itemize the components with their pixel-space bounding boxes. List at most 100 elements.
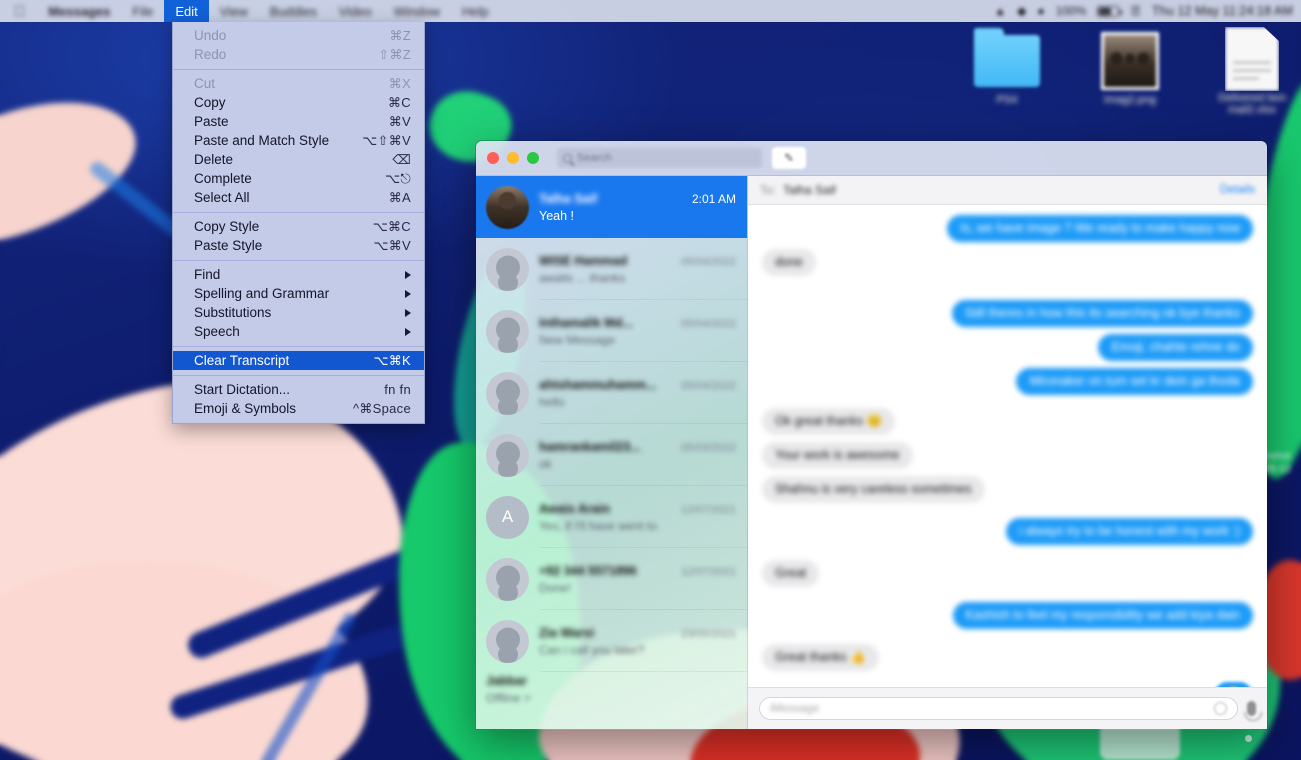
menu-help[interactable]: Help: [451, 0, 500, 22]
dock-indicator: [1245, 735, 1252, 742]
conversation-preview: Done!: [539, 580, 572, 595]
menu-separator: [173, 346, 424, 347]
message-bubble-received: Ok great thanks 😊: [762, 408, 896, 435]
menu-item-label: Emoji & Symbols: [194, 401, 297, 416]
avatar: [486, 309, 529, 353]
message-input[interactable]: iMessage: [759, 697, 1238, 720]
conversation-item[interactable]: ahtshammuhamm... 05/04/2022 hello: [476, 362, 747, 424]
menu-item-paste[interactable]: Paste ⌘V: [173, 112, 424, 131]
search-input[interactable]: Search: [557, 148, 762, 168]
conversation-list[interactable]: Talha Saif 2:01 AM Yeah ! WISE Hammad 05…: [476, 176, 748, 729]
conversation-preview: awaits ... thanks: [539, 270, 626, 285]
submenu-arrow-icon: [405, 289, 411, 298]
menu-item-label: Paste and Match Style: [194, 133, 330, 148]
volume-icon[interactable]: ●: [1037, 4, 1044, 18]
menu-item-label: Clear Transcript: [194, 353, 290, 368]
conversation-item[interactable]: Zia Warsi 23/05/2021 Can i call you late…: [476, 610, 747, 672]
menu-item-delete[interactable]: Delete ⌫: [173, 150, 424, 169]
avatar: [486, 619, 529, 663]
menu-item-shortcut: ⌘C: [388, 95, 411, 110]
menu-item-select-all[interactable]: Select All ⌘A: [173, 188, 424, 207]
conversation-item[interactable]: A Awais Arain 12/07/2021 Yes, if I'll ha…: [476, 486, 747, 548]
conversation-preview: Yes, if I'll have went to: [539, 518, 657, 533]
messages-window[interactable]: Search ✎ Talha Saif 2:01 AM Yeah ! WISE …: [475, 140, 1268, 730]
message-row: Shahnu is very careless sometimes: [762, 476, 1253, 503]
menu-item-substitutions[interactable]: Substitutions: [173, 303, 424, 322]
details-button[interactable]: Details: [1220, 184, 1255, 196]
menu-item-label: Spelling and Grammar: [194, 286, 330, 301]
close-button[interactable]: [487, 152, 499, 164]
conversation-item[interactable]: Jabbar Offline >: [476, 672, 747, 706]
conversation-time: 2:01 AM: [691, 191, 736, 206]
wifi-icon[interactable]: ▲: [994, 4, 1006, 18]
avatar: [486, 371, 529, 415]
menu-messages[interactable]: Messages: [37, 0, 121, 22]
menu-bar-clock[interactable]: Thu 12 May 11:24:18 AM: [1152, 4, 1293, 18]
menu-view[interactable]: View: [209, 0, 259, 22]
message-bubble-sent: i always try to be honest with my work :…: [1006, 518, 1253, 545]
menu-item-complete[interactable]: Complete ⌥⎋: [173, 169, 424, 188]
conversation-item[interactable]: WISE Hammad 05/04/2022 awaits ... thanks: [476, 238, 747, 300]
conversation-item[interactable]: Inthamalik Md... 05/04/2022 New Message: [476, 300, 747, 362]
menu-item-paste-style[interactable]: Paste Style ⌥⌘V: [173, 236, 424, 255]
menu-item-shortcut: ⌥⌘K: [373, 353, 411, 368]
desktop-icon-folder[interactable]: PS4: [957, 28, 1057, 106]
desktop-icon-label: Imag2.png: [1104, 94, 1156, 106]
menu-separator: [173, 375, 424, 376]
menu-video[interactable]: Video: [328, 0, 383, 22]
conversation-item[interactable]: +92 344 5571896 12/07/2021 Done!: [476, 548, 747, 610]
message-row: Your work is awesome: [762, 442, 1253, 469]
menu-item-spelling-and-grammar[interactable]: Spelling and Grammar: [173, 284, 424, 303]
edit-menu-dropdown[interactable]: Undo ⌘Z Redo ⇧⌘Z Cut ⌘X Copy ⌘C Paste ⌘V…: [172, 22, 425, 424]
zoom-button[interactable]: [527, 152, 539, 164]
apple-logo-icon[interactable]: : [0, 0, 37, 22]
message-row: Still theres in how this its searching o…: [762, 300, 1253, 327]
conversation-name: Jabbar: [486, 673, 527, 688]
conversation-name: WISE Hammad: [539, 253, 628, 268]
menu-item-copy-style[interactable]: Copy Style ⌥⌘C: [173, 217, 424, 236]
desktop-icon-image[interactable]: Imag2.png: [1080, 28, 1180, 106]
menu-item-start-dictation[interactable]: Start Dictation... fn fn: [173, 380, 424, 399]
chat-pane: To: Talha Saif Details Is, we have image…: [748, 176, 1267, 729]
conversation-item[interactable]: Talha Saif 2:01 AM Yeah !: [476, 176, 747, 238]
menu-item-clear-transcript[interactable]: Clear Transcript ⌥⌘K: [173, 351, 424, 370]
microphone-icon[interactable]: [1243, 701, 1262, 721]
window-body: Talha Saif 2:01 AM Yeah ! WISE Hammad 05…: [476, 176, 1267, 729]
emoji-icon[interactable]: [1214, 702, 1227, 715]
menu-item-shortcut: ⌥⌘V: [373, 238, 411, 253]
menu-item-shortcut: ⇧⌘Z: [378, 47, 411, 62]
minimize-button[interactable]: [507, 152, 519, 164]
message-bubble-sent: Emoji, chahte rehne do: [1098, 334, 1253, 361]
message-row: Great: [762, 560, 1253, 587]
menu-edit[interactable]: Edit: [164, 0, 209, 22]
conversation-name: Inthamalik Md...: [539, 315, 633, 330]
menu-item-shortcut: ⌘V: [388, 114, 411, 129]
menu-item-speech[interactable]: Speech: [173, 322, 424, 341]
menu-item-shortcut: fn fn: [384, 382, 411, 397]
menu-item-emoji-and-symbols[interactable]: Emoji & Symbols ^⌘Space: [173, 399, 424, 418]
conversation-item[interactable]: hamrankamil23... 05/03/2022 ok: [476, 424, 747, 486]
avatar: [486, 247, 529, 291]
message-bubble-sent: Still theres in how this its searching o…: [951, 300, 1253, 327]
recipient-name[interactable]: Talha Saif: [783, 183, 836, 197]
control-center-icon[interactable]: ☰: [1130, 4, 1141, 18]
desktop-icon-document[interactable]: Delivered bon mail2.xlsx: [1202, 26, 1301, 116]
menu-buddies[interactable]: Buddies: [259, 0, 328, 22]
menu-item-find[interactable]: Find: [173, 265, 424, 284]
avatar: [486, 433, 529, 477]
battery-icon[interactable]: [1097, 5, 1122, 17]
menu-item-label: Start Dictation...: [194, 382, 291, 397]
menu-file[interactable]: File: [121, 0, 164, 22]
menu-item-copy[interactable]: Copy ⌘C: [173, 93, 424, 112]
conversation-name: ahtshammuhamm...: [539, 377, 657, 392]
compose-button[interactable]: ✎: [772, 147, 806, 169]
bluetooth-icon[interactable]: ◆: [1017, 4, 1026, 18]
folder-icon: [957, 28, 1057, 94]
avatar: [486, 557, 529, 601]
menu-item-paste-and-match-style[interactable]: Paste and Match Style ⌥⇧⌘V: [173, 131, 424, 150]
conversation-preview: hello: [539, 394, 565, 409]
menu-window[interactable]: Window: [383, 0, 451, 22]
message-transcript[interactable]: Is, we have image ? We ready to make hap…: [748, 205, 1267, 687]
menu-bar[interactable]:  Messages File Edit View Buddies Video …: [0, 0, 1301, 22]
menu-item-label: Complete: [194, 171, 252, 186]
